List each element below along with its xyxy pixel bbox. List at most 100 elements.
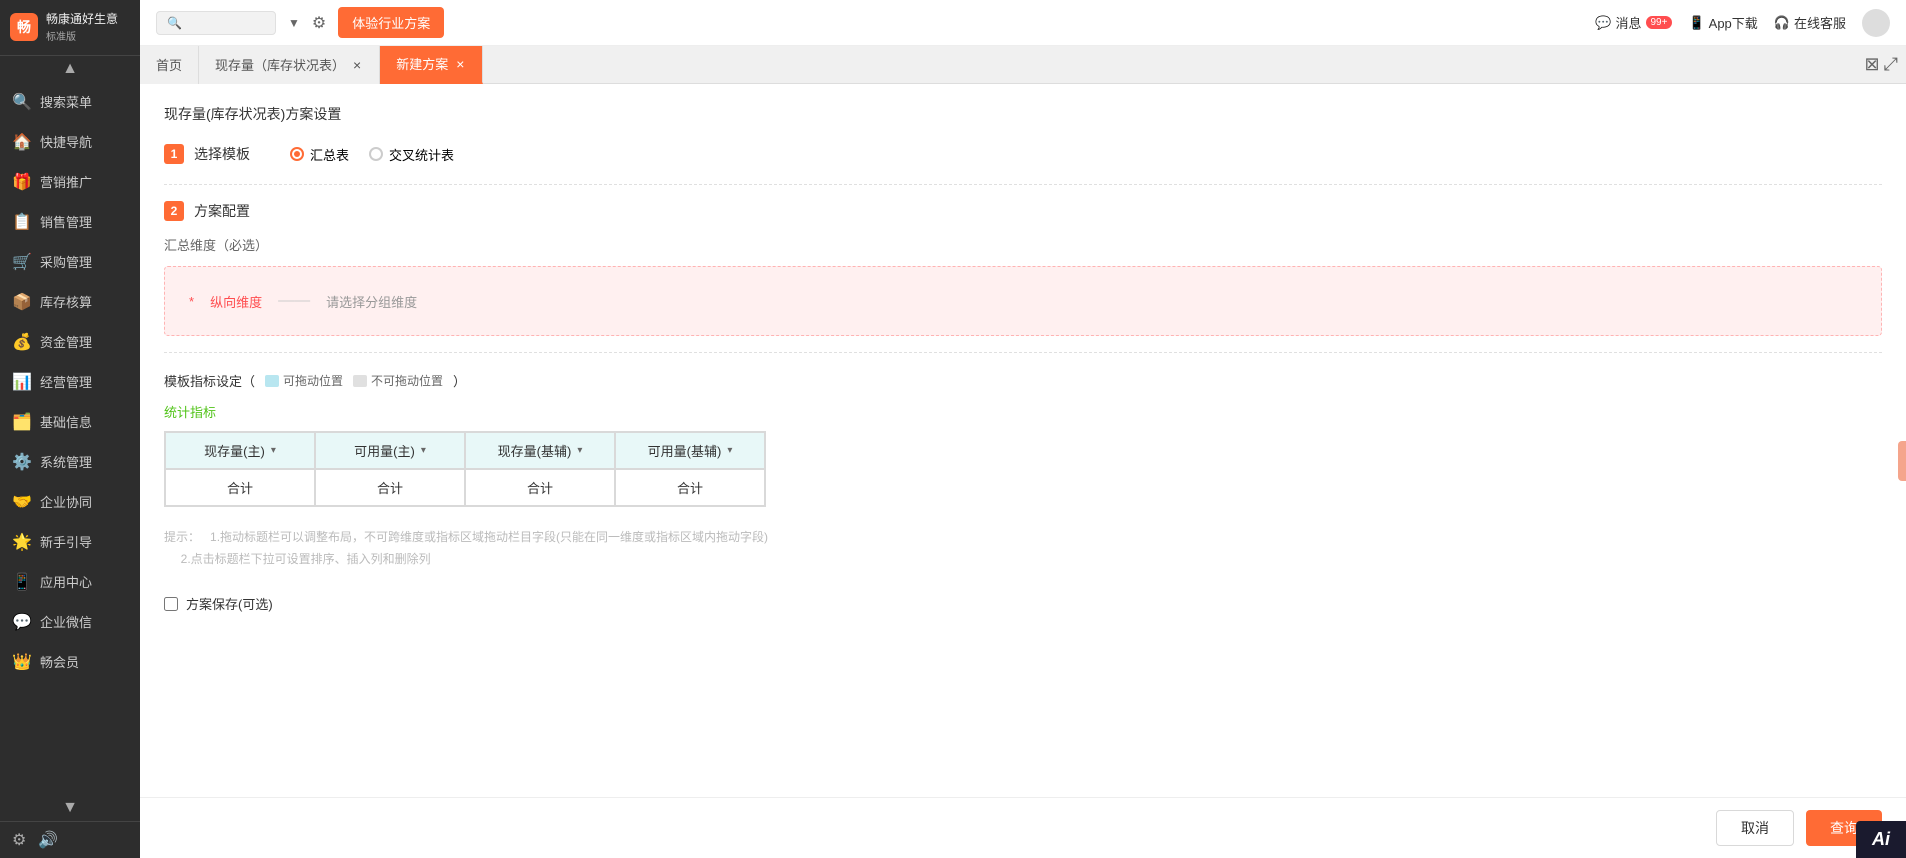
content-area: 现存量(库存状况表)方案设置 1 选择模板 汇总表 交叉统计表 [140,84,1906,797]
messages-btn[interactable]: 💬 消息 99+ [1595,13,1672,32]
home-icon: 🏠 [12,132,32,152]
tips-title-label: 提示： 1.拖动标题栏可以调整布局，不可跨维度或指标区域拖动栏目字段(只能在同一… [164,527,1882,549]
search-icon-header: 🔍 [167,16,182,30]
tab-expand-btns: ⊠ ⤢ [1865,54,1906,75]
sidebar-item-system[interactable]: ⚙️ 系统管理 [0,442,140,482]
save-checkbox[interactable] [164,597,178,611]
tab-home-label: 首页 [156,55,182,74]
sidebar-item-label: 经营管理 [40,372,92,391]
sidebar-scroll-up[interactable]: ▲ [0,56,140,82]
sidebar-scroll-down[interactable]: ▼ [0,795,140,821]
tab-home[interactable]: 首页 [140,46,199,84]
app-download-btn[interactable]: 📱 App下载 [1688,13,1757,32]
sidebar-item-quick-nav[interactable]: 🏠 快捷导航 [0,122,140,162]
stat-header-0-text: 现存量(主) [204,441,265,460]
top-header: 🔍 ▼ ⚙ 体验行业方案 💬 消息 99+ 📱 App下载 🎧 在线客服 [140,0,1906,46]
stat-header-0[interactable]: 现存量(主) ▾ [165,432,315,469]
scroll-indicator[interactable] [1898,441,1906,481]
dimension-area[interactable]: * 纵向维度 —— 请选择分组维度 [164,266,1882,336]
sidebar-item-label: 快捷导航 [40,132,92,151]
stat-header-2-text: 现存量(基辅) [498,441,572,460]
sidebar-item-inventory[interactable]: 📦 库存核算 [0,282,140,322]
sidebar-bottom: ⚙ 🔊 [0,821,140,858]
stat-header-1-text: 可用量(主) [354,441,415,460]
tab-expand-btn[interactable]: ⤢ [1884,54,1898,75]
sidebar-logo: 畅 畅康通好生意 标准版 [0,0,140,56]
chevron-down-1: ▾ [421,445,426,456]
app-name-block: 畅康通好生意 标准版 [46,12,118,43]
online-service-btn[interactable]: 🎧 在线客服 [1774,13,1846,32]
sidebar-item-label: 营销推广 [40,172,92,191]
cancel-button[interactable]: 取消 [1716,810,1794,846]
radio-summary[interactable]: 汇总表 [290,145,349,164]
section-divider-1 [164,184,1882,185]
step1-section: 1 选择模板 汇总表 交叉统计表 [164,144,1882,164]
stat-header-3[interactable]: 可用量(基辅) ▾ [615,432,765,469]
sidebar-item-sales[interactable]: 📋 销售管理 [0,202,140,242]
sidebar-item-purchase[interactable]: 🛒 采购管理 [0,242,140,282]
sales-icon: 📋 [12,212,32,232]
tab-collapse-btn[interactable]: ⊠ [1865,54,1880,75]
header-search-box[interactable]: 🔍 [156,11,276,35]
indicator-label-prefix: 模板指标设定（ [164,371,255,390]
draggable-legend-box [265,375,279,387]
step1-title: 选择模板 [194,144,250,164]
tab-inventory-status-close[interactable]: × [351,58,363,72]
stat-header-1[interactable]: 可用量(主) ▾ [315,432,465,469]
tips-title-text: 提示： [164,530,200,544]
messages-label: 消息 [1615,13,1641,32]
volume-icon[interactable]: 🔊 [38,830,58,850]
sidebar-item-label: 库存核算 [40,292,92,311]
phone-download-icon: 📱 [1688,15,1704,31]
settings-bottom-icon[interactable]: ⚙ [12,830,26,850]
sidebar-item-label: 系统管理 [40,452,92,471]
sidebar-item-label: 资金管理 [40,332,92,351]
dimension-section: 汇总维度（必选） * 纵向维度 —— 请选择分组维度 [164,235,1882,336]
crown-icon: 👑 [12,652,32,672]
save-option-section: 方案保存(可选) [164,594,1882,613]
legend-draggable: 可拖动位置 [265,372,343,389]
radio-cross[interactable]: 交叉统计表 [369,145,454,164]
sidebar-item-member[interactable]: 👑 畅会员 [0,642,140,682]
sidebar-nav: 🔍 搜索菜单 🏠 快捷导航 🎁 营销推广 📋 销售管理 🛒 采购管理 📦 库存核… [0,82,140,795]
tips-item-1: 2.点击标题栏下拉可设置排序、插入列和删除列 [181,552,431,566]
app-name: 畅康通好生意 [46,12,118,28]
sidebar-item-marketing[interactable]: 🎁 营销推广 [0,162,140,202]
radio-summary-label: 汇总表 [310,145,349,164]
sidebar-item-search[interactable]: 🔍 搜索菜单 [0,82,140,122]
sidebar-item-label: 企业微信 [40,612,92,631]
indicator-settings: 模板指标设定（ 可拖动位置 不可拖动位置 ） 统计指标 [164,371,1882,507]
tab-new-scheme-close[interactable]: × [454,57,466,71]
page-title: 现存量(库存状况表)方案设置 [164,104,1882,124]
sidebar-item-basic-info[interactable]: 🗂️ 基础信息 [0,402,140,442]
user-avatar[interactable] [1862,9,1890,37]
sidebar-item-label: 销售管理 [40,212,92,231]
star-icon: 🌟 [12,532,32,552]
chevron-down-0: ▾ [271,445,276,456]
sidebar-item-label: 基础信息 [40,412,92,431]
stat-cell-0-3: 合计 [615,469,765,506]
header-dropdown-btn[interactable]: ▼ [288,16,300,30]
trial-industry-btn[interactable]: 体验行业方案 [338,7,444,38]
radio-summary-dot [290,147,304,161]
sidebar-item-finance[interactable]: 💰 资金管理 [0,322,140,362]
tab-inventory-status[interactable]: 现存量（库存状况表） × [199,46,380,84]
sidebar-item-cooperation[interactable]: 🤝 企业协同 [0,482,140,522]
ai-fab-button[interactable]: Ai [1856,821,1906,858]
sidebar-item-app-center[interactable]: 📱 应用中心 [0,562,140,602]
stat-header-2[interactable]: 现存量(基辅) ▾ [465,432,615,469]
handshake-icon: 🤝 [12,492,32,512]
sidebar-item-label: 应用中心 [40,572,92,591]
sidebar-item-label: 畅会员 [40,652,79,671]
app-logo-icon: 畅 [10,13,38,41]
header-settings-btn[interactable]: ⚙ [312,13,326,33]
sidebar-item-management[interactable]: 📊 经营管理 [0,362,140,402]
gift-icon: 🎁 [12,172,32,192]
stat-header-row: 现存量(主) ▾ 可用量(主) ▾ 现存量(基辅) ▾ [165,432,765,469]
chevron-down-2: ▾ [577,445,582,456]
sidebar-item-new-guide[interactable]: 🌟 新手引导 [0,522,140,562]
sidebar-item-label: 搜索菜单 [40,92,92,111]
sidebar-item-wechat[interactable]: 💬 企业微信 [0,602,140,642]
tab-new-scheme[interactable]: 新建方案 × [380,46,483,84]
tab-new-scheme-label: 新建方案 [396,54,448,73]
